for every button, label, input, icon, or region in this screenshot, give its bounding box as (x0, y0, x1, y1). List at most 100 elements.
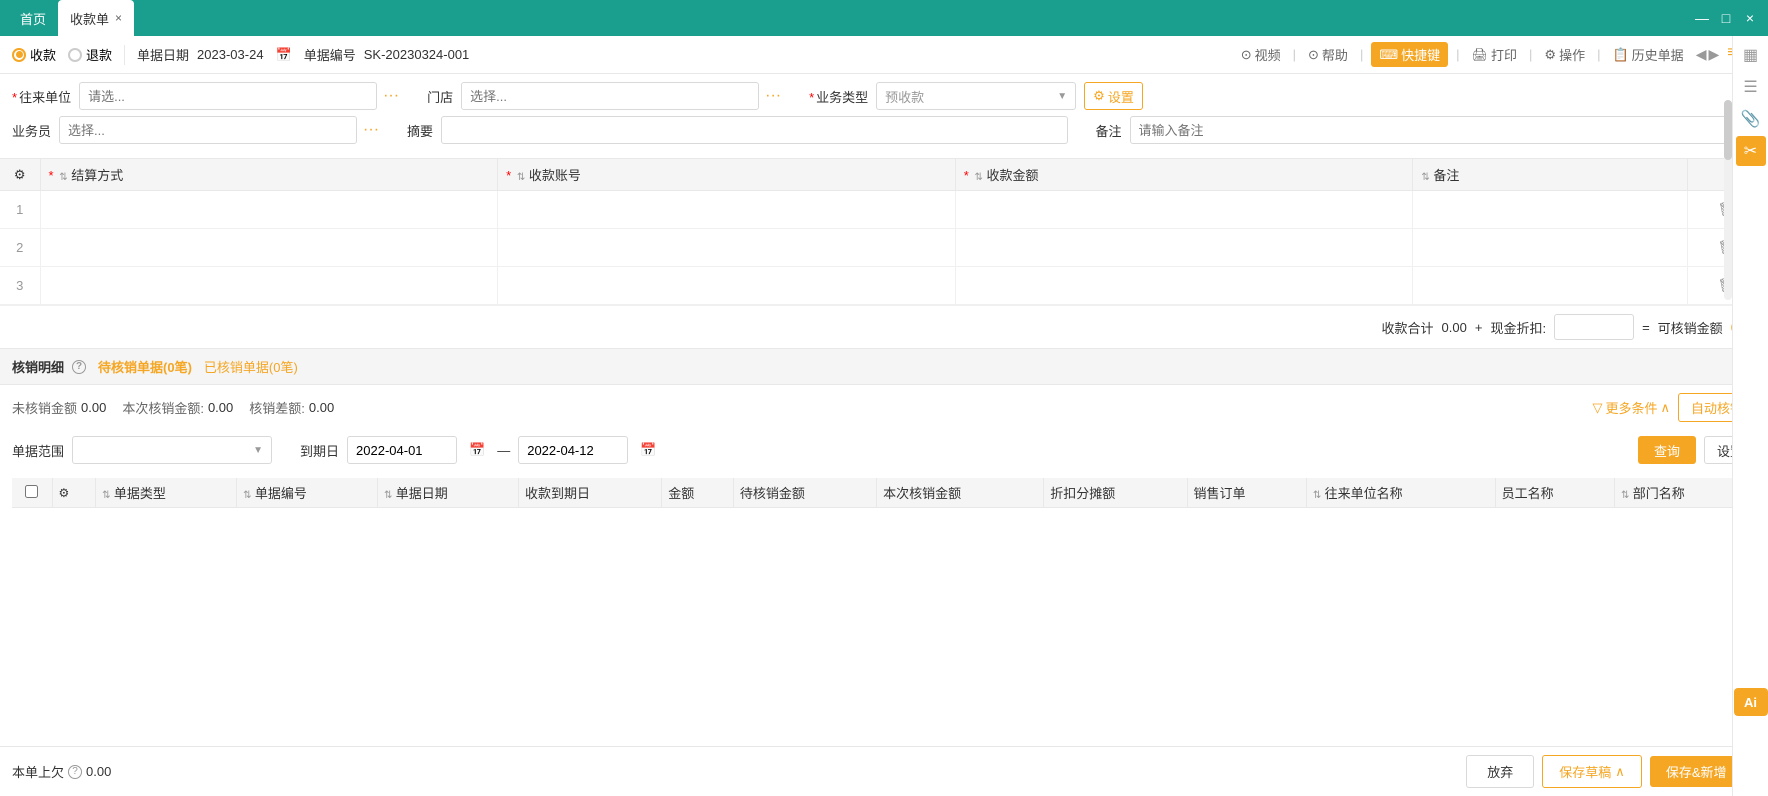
partner-input[interactable] (79, 82, 377, 110)
row-2-remark[interactable] (1413, 229, 1688, 267)
more-conditions-label: 更多条件 (1605, 398, 1657, 417)
ai-button[interactable]: Ai (1734, 688, 1768, 716)
col-bill-type-sort-icon[interactable]: ⇅ (102, 490, 110, 501)
col-settings2-header[interactable]: ⚙ (52, 478, 96, 508)
history-icon: 📋 (1612, 47, 1628, 63)
calendar-icon[interactable]: 📅 (276, 47, 292, 63)
discount-input[interactable] (1554, 314, 1634, 340)
col-settlement-sort-icon[interactable]: ⇅ (59, 172, 67, 183)
row-2-account[interactable] (498, 229, 956, 267)
help-btn[interactable]: ⊙ 帮助 (1304, 43, 1352, 66)
window-max-btn[interactable]: □ (1716, 8, 1736, 28)
video-btn[interactable]: ⊙ 视频 (1237, 43, 1285, 66)
unverified-label: 未核销金额 (12, 398, 77, 417)
remark-input[interactable] (1130, 116, 1756, 144)
date-from-input[interactable] (347, 436, 457, 464)
main-table: ⚙ ⇅ 结算方式 ⇅ 收款账号 ⇅ 收款金额 ⇅ (0, 159, 1768, 305)
sidebar-icon-2[interactable]: ☰ (1736, 72, 1766, 102)
radio-receipt[interactable]: 收款 (12, 45, 56, 64)
table-settings-icon[interactable]: ⚙ (14, 167, 26, 182)
query-btn[interactable]: 查询 (1638, 436, 1696, 464)
tab-receipt[interactable]: 收款单 × (58, 0, 134, 36)
operation-btn[interactable]: ⚙ 操作 (1540, 43, 1589, 66)
window-close-btn[interactable]: × (1740, 8, 1760, 28)
col-remark-header: ⇅ 备注 (1413, 159, 1688, 191)
nav-prev-icon[interactable]: ◀ (1696, 46, 1707, 63)
calendar-from-icon[interactable]: 📅 (469, 442, 485, 458)
col-settings-header[interactable]: ⚙ (0, 159, 40, 191)
range-select[interactable]: ▼ (72, 436, 272, 464)
form-settings-btn[interactable]: ⚙ 设置 (1084, 82, 1143, 110)
business-type-select[interactable]: 预收款 ▼ (876, 82, 1076, 110)
save-new-label: 保存&新增 (1666, 762, 1727, 781)
total-label: 收款合计 (1382, 318, 1434, 337)
print-btn[interactable]: 🖨 打印 (1468, 43, 1522, 66)
col-bill-type-header: ⇅ 单据类型 (96, 478, 237, 508)
save-draft-btn[interactable]: 保存草稿 ∧ (1542, 755, 1642, 788)
tab-home[interactable]: 首页 (8, 0, 58, 36)
row-1-settlement[interactable] (40, 191, 498, 229)
total-value: 0.00 (1442, 320, 1467, 335)
tab-done[interactable]: 已核销单据(0笔) (204, 357, 298, 376)
calendar-to-icon[interactable]: 📅 (640, 442, 656, 458)
store-more-icon[interactable]: ··· (765, 87, 781, 105)
row-1-amount[interactable] (955, 191, 1413, 229)
col-sales-order-header: 销售订单 (1187, 478, 1306, 508)
radio-refund[interactable]: 退款 (68, 45, 112, 64)
col-remark-sort-icon[interactable]: ⇅ (1421, 172, 1429, 183)
bottom-table-wrapper: ⚙ ⇅ 单据类型 ⇅ 单据编号 ⇅ 单据日期 (12, 478, 1756, 738)
radio-refund-circle (68, 48, 82, 62)
business-type-arrow-icon: ▼ (1057, 91, 1067, 102)
partner-more-icon[interactable]: ··· (383, 87, 399, 105)
row-3-account[interactable] (498, 267, 956, 305)
toolbar-divider-1 (124, 45, 125, 65)
select-all-checkbox[interactable] (25, 485, 38, 498)
business-type-label: 业务类型 (809, 87, 868, 106)
current-order-value: 0.00 (86, 764, 111, 779)
scrollbar[interactable] (1724, 100, 1732, 300)
summary-row: 收款合计 0.00 + 现金折扣: = 可核销金额 0.00 (0, 305, 1768, 348)
store-input[interactable] (461, 82, 759, 110)
main-table-section: ⚙ ⇅ 结算方式 ⇅ 收款账号 ⇅ 收款金额 ⇅ (0, 159, 1768, 305)
row-2-index: 2 (0, 229, 40, 267)
shortcut-btn[interactable]: ⌨ 快捷键 (1371, 42, 1448, 67)
footer-info-icon[interactable]: ? (68, 765, 82, 779)
form-area: 往来单位 ··· 门店 ··· 业务类型 预收款 ▼ ⚙ 设置 (0, 74, 1768, 159)
history-btn[interactable]: 📋 历史单据 (1608, 43, 1687, 66)
writeoff-info-icon[interactable]: ? (72, 360, 86, 374)
sidebar-icon-3[interactable]: 📎 (1736, 104, 1766, 134)
sidebar-icon-1[interactable]: ▦ (1736, 40, 1766, 70)
more-conditions-btn[interactable]: ▽ 更多条件 ∧ (1592, 398, 1670, 417)
tab-bar: 首页 收款单 × — □ × (0, 0, 1768, 36)
bottom-table: ⚙ ⇅ 单据类型 ⇅ 单据编号 ⇅ 单据日期 (12, 478, 1756, 508)
row-1-account[interactable] (498, 191, 956, 229)
col-dept-sort-icon[interactable]: ⇅ (1621, 490, 1629, 501)
row-2-amount[interactable] (955, 229, 1413, 267)
staff-more-icon[interactable]: ··· (363, 121, 379, 139)
nav-next-icon[interactable]: ▶ (1708, 46, 1719, 63)
tab-close-icon[interactable]: × (115, 11, 122, 25)
scroll-thumb[interactable] (1724, 100, 1732, 160)
row-3-amount[interactable] (955, 267, 1413, 305)
radio-receipt-circle (12, 48, 26, 62)
summary-input[interactable] (441, 116, 1067, 144)
col-account-sort-icon[interactable]: ⇅ (517, 172, 525, 183)
tab-pending[interactable]: 待核销单据(0笔) (98, 357, 192, 376)
row-3-remark[interactable] (1413, 267, 1688, 305)
window-min-btn[interactable]: — (1692, 8, 1712, 28)
col-bill-no-sort-icon[interactable]: ⇅ (243, 490, 251, 501)
col-bill-date-sort-icon[interactable]: ⇅ (384, 490, 392, 501)
col-settlement-header: ⇅ 结算方式 (40, 159, 498, 191)
abandon-btn[interactable]: 放弃 (1466, 755, 1534, 788)
footer: 本单上欠 ? 0.00 放弃 保存草稿 ∧ 保存&新增 ∧ (0, 746, 1768, 796)
staff-input[interactable] (59, 116, 357, 144)
date-to-input[interactable] (518, 436, 628, 464)
sidebar-icon-4[interactable]: ✂ (1736, 136, 1766, 166)
row-2-settlement[interactable] (40, 229, 498, 267)
row-3-settlement[interactable] (40, 267, 498, 305)
row-1-remark[interactable] (1413, 191, 1688, 229)
col-partner-sort-icon[interactable]: ⇅ (1313, 490, 1321, 501)
save-draft-label: 保存草稿 (1559, 762, 1611, 781)
table-row: 3 🗑 ⊞ (0, 267, 1768, 305)
col-amount-sort-icon[interactable]: ⇅ (974, 172, 982, 183)
